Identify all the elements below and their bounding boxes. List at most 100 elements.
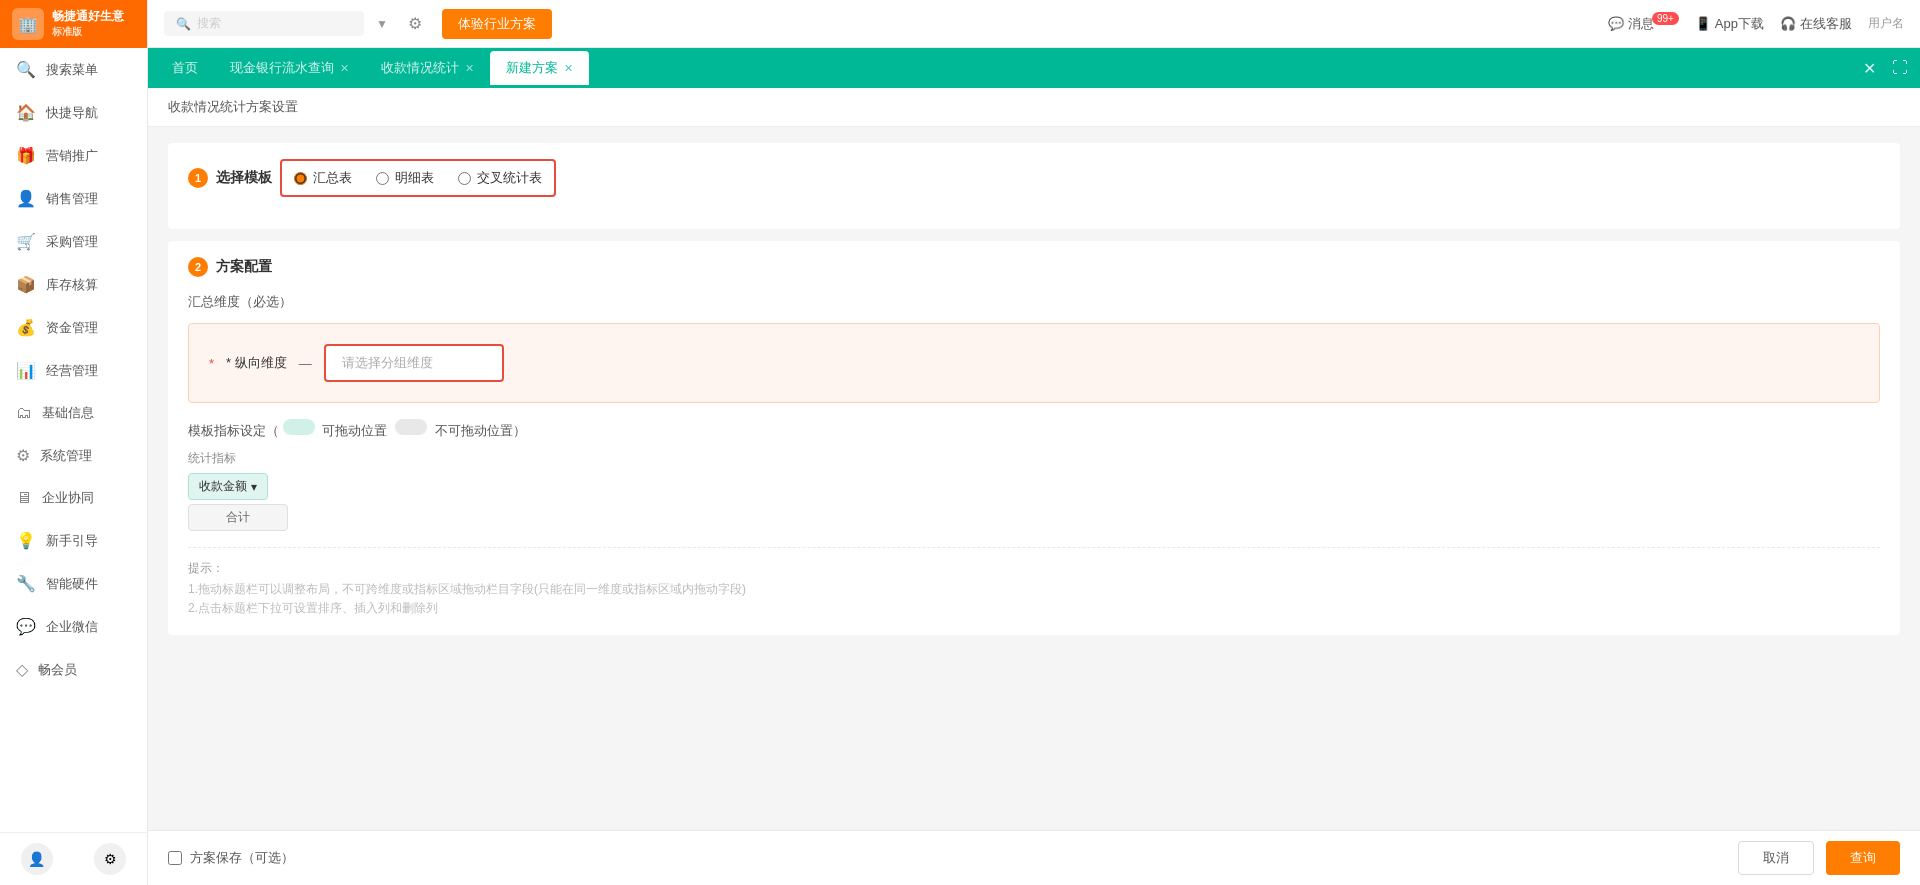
search-icon: 🔍 — [176, 17, 191, 31]
metrics-chip-label: 收款金额 — [199, 478, 247, 495]
logo-icon: 🏢 — [12, 8, 44, 40]
dimension-row: * * 纵向维度 — 请选择分组维度 — [209, 344, 1859, 382]
tab-bank-flow-close[interactable]: ✕ — [340, 62, 349, 75]
radio-summary-label: 汇总表 — [313, 169, 352, 187]
quick-nav-icon: 🏠 — [16, 103, 36, 122]
inventory-icon: 📦 — [16, 275, 36, 294]
sidebar-item-label: 销售管理 — [46, 190, 98, 208]
sidebar-item-purchase[interactable]: 🛒 采购管理 — [0, 220, 147, 263]
sidebar-item-label: 资金管理 — [46, 319, 98, 337]
topbar-right: 💬 消息 99+ 📱 App下载 🎧 在线客服 用户名 — [1608, 15, 1904, 33]
notification-icon: 💬 — [1608, 16, 1624, 31]
tips-title: 提示： — [188, 560, 1880, 577]
tab-home[interactable]: 首页 — [156, 51, 214, 85]
save-plan-checkbox[interactable] — [168, 851, 182, 865]
sidebar: 🏢 畅捷通好生意 标准版 🔍 搜索菜单 🏠 快捷导航 🎁 营销推广 👤 销售管理… — [0, 0, 148, 885]
tab-new-plan-close[interactable]: ✕ — [564, 62, 573, 75]
tips-area: 提示： 1.拖动标题栏可以调整布局，不可跨维度或指标区域拖动栏目字段(只能在同一… — [188, 547, 1880, 617]
step1-title: 1 选择模板 汇总表 明细表 交叉统计表 — [188, 159, 1880, 197]
sidebar-item-enterprise-wechat[interactable]: 💬 企业微信 — [0, 605, 147, 648]
sidebar-item-finance[interactable]: 💰 资金管理 — [0, 306, 147, 349]
query-button[interactable]: 查询 — [1826, 841, 1900, 875]
sidebar-item-operations[interactable]: 📊 经营管理 — [0, 349, 147, 392]
radio-summary-input[interactable] — [294, 172, 307, 185]
cancel-button[interactable]: 取消 — [1738, 841, 1814, 875]
metrics-chip-subtotal: 合计 — [188, 504, 288, 531]
sidebar-logo: 🏢 畅捷通好生意 标准版 — [0, 0, 147, 48]
sidebar-item-search-menu[interactable]: 🔍 搜索菜单 — [0, 48, 147, 91]
tab-new-plan[interactable]: 新建方案 ✕ — [490, 51, 589, 85]
radio-detail[interactable]: 明细表 — [376, 169, 434, 187]
stats-label: 统计指标 — [188, 450, 1880, 467]
tab-close-all-icon[interactable]: ✕ — [1859, 55, 1880, 82]
sidebar-item-sales[interactable]: 👤 销售管理 — [0, 177, 147, 220]
online-service-item[interactable]: 🎧 在线客服 — [1780, 15, 1852, 33]
trial-button[interactable]: 体验行业方案 — [442, 9, 552, 39]
step1-section: 1 选择模板 汇总表 明细表 交叉统计表 — [168, 143, 1900, 229]
tab-maximize-icon[interactable]: ⛶ — [1888, 55, 1912, 82]
sidebar-item-enterprise-collab[interactable]: 🖥 企业协同 — [0, 477, 147, 519]
app-download-item[interactable]: 📱 App下载 — [1695, 15, 1764, 33]
dimension-select-placeholder: 请选择分组维度 — [342, 355, 433, 370]
sidebar-item-inventory[interactable]: 📦 库存核算 — [0, 263, 147, 306]
sidebar-item-quick-nav[interactable]: 🏠 快捷导航 — [0, 91, 147, 134]
sidebar-item-label: 库存核算 — [46, 276, 98, 294]
main-area: 🔍 搜索 ▼ ⚙ 体验行业方案 💬 消息 99+ 📱 App下载 🎧 在线客服 … — [148, 0, 1920, 885]
radio-summary[interactable]: 汇总表 — [294, 169, 352, 187]
tab-bank-flow[interactable]: 现金银行流水查询 ✕ — [214, 51, 365, 85]
tab-collection-stats-close[interactable]: ✕ — [465, 62, 474, 75]
breadcrumb-text: 收款情况统计方案设置 — [168, 99, 298, 114]
app-download-icon: 📱 — [1695, 16, 1711, 31]
sidebar-item-label: 快捷导航 — [46, 104, 98, 122]
footer-actions: 取消 查询 — [1738, 841, 1900, 875]
page-body: 1 选择模板 汇总表 明细表 交叉统计表 — [148, 127, 1920, 830]
sidebar-item-members[interactable]: ◇ 畅会员 — [0, 648, 147, 691]
metrics-fixed-text: 不可拖动位置） — [435, 423, 526, 438]
sidebar-item-marketing[interactable]: 🎁 营销推广 — [0, 134, 147, 177]
radio-cross-input[interactable] — [458, 172, 471, 185]
notification-item[interactable]: 💬 消息 99+ — [1608, 15, 1679, 33]
logo-subtitle: 标准版 — [52, 25, 124, 39]
tab-bank-flow-label: 现金银行流水查询 — [230, 59, 334, 77]
tab-home-label: 首页 — [172, 59, 198, 77]
radio-cross-label: 交叉统计表 — [477, 169, 542, 187]
notification-label: 消息 — [1628, 15, 1654, 33]
radio-cross[interactable]: 交叉统计表 — [458, 169, 542, 187]
sidebar-item-label: 经营管理 — [46, 362, 98, 380]
dimension-select[interactable]: 请选择分组维度 — [324, 344, 504, 382]
new-guide-icon: 💡 — [16, 531, 36, 550]
enterprise-wechat-icon: 💬 — [16, 617, 36, 636]
sidebar-item-label: 新手引导 — [46, 532, 98, 550]
sidebar-item-label: 采购管理 — [46, 233, 98, 251]
sidebar-bottom-icon-2[interactable]: ⚙ — [94, 843, 126, 875]
settings-icon[interactable]: ⚙ — [400, 9, 430, 39]
tab-collection-stats[interactable]: 收款情况统计 ✕ — [365, 51, 490, 85]
step1-badge: 1 — [188, 168, 208, 188]
sidebar-item-label: 智能硬件 — [46, 575, 98, 593]
tabbar: 首页 现金银行流水查询 ✕ 收款情况统计 ✕ 新建方案 ✕ ✕ ⛶ — [148, 48, 1920, 88]
page-footer: 方案保存（可选） 取消 查询 — [148, 830, 1920, 885]
sidebar-item-smart-hw[interactable]: 🔧 智能硬件 — [0, 562, 147, 605]
sidebar-item-system[interactable]: ⚙ 系统管理 — [0, 434, 147, 477]
radio-detail-label: 明细表 — [395, 169, 434, 187]
sidebar-item-label: 企业微信 — [46, 618, 98, 636]
sidebar-item-new-guide[interactable]: 💡 新手引导 — [0, 519, 147, 562]
dimension-title: 汇总维度（必选） — [188, 293, 1880, 311]
step2-section: 2 方案配置 汇总维度（必选） * * 纵向维度 — 请选择分组维度 — [168, 241, 1900, 635]
tips-item-2: 2.点击标题栏下拉可设置排序、插入列和删除列 — [188, 600, 1880, 617]
sidebar-item-label: 畅会员 — [38, 661, 77, 679]
notification-badge: 99+ — [1652, 12, 1679, 25]
metrics-label: 模板指标设定（ 可拖动位置 不可拖动位置） — [188, 419, 1880, 440]
metrics-chip-revenue[interactable]: 收款金额 ▾ — [188, 473, 268, 500]
topbar-search-box[interactable]: 🔍 搜索 — [164, 11, 364, 36]
page-breadcrumb: 收款情况统计方案设置 — [148, 88, 1920, 127]
sidebar-item-basic-info[interactable]: 🗂 基础信息 — [0, 392, 147, 434]
tabbar-actions: ✕ ⛶ — [1859, 55, 1912, 82]
search-placeholder-text: 搜索 — [197, 15, 221, 32]
sidebar-item-label: 营销推广 — [46, 147, 98, 165]
sidebar-bottom-icon-1[interactable]: 👤 — [21, 843, 53, 875]
radio-detail-input[interactable] — [376, 172, 389, 185]
smart-hw-icon: 🔧 — [16, 574, 36, 593]
step2-label: 方案配置 — [216, 258, 272, 276]
step1-label: 选择模板 — [216, 169, 272, 187]
